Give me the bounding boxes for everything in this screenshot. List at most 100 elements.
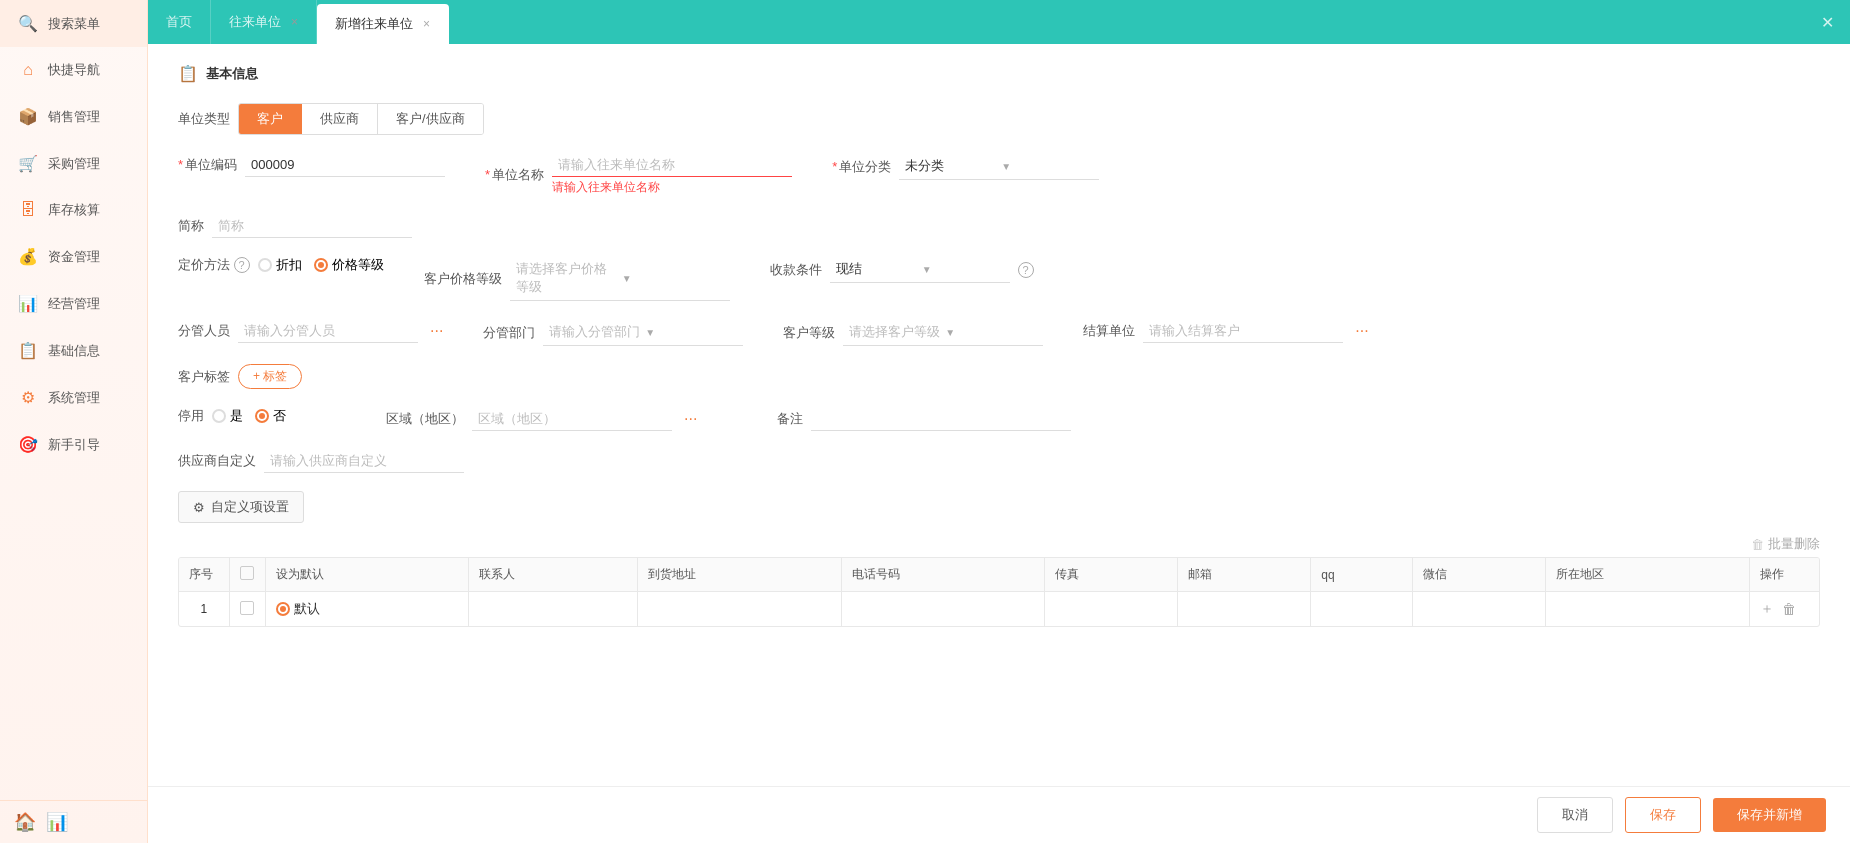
row-delete-icon[interactable]: 🗑 — [1782, 601, 1796, 617]
dept-select[interactable]: 请输入分管部门 ▼ — [543, 319, 743, 346]
sales-icon: 📦 — [18, 107, 38, 126]
col-action: 操作 — [1749, 558, 1819, 592]
cell-fax[interactable] — [1045, 592, 1178, 627]
col-phone: 电话号码 — [841, 558, 1045, 592]
tab-new-partner-close[interactable]: × — [423, 17, 430, 31]
area-more-icon[interactable]: ··· — [684, 410, 697, 428]
payment-terms-label: 收款条件 — [770, 261, 822, 279]
manager-row: 分管人员 ··· 分管部门 请输入分管部门 ▼ 客户等级 请选择客户等级 ▼ 结… — [178, 319, 1820, 346]
table-header-row: 序号 设为默认 联系人 到货地址 电话号码 传真 邮箱 qq 微信 所在地区 — [179, 558, 1819, 592]
tab-partners[interactable]: 往来单位 × — [211, 0, 317, 44]
payment-terms-group: 收款条件 现结 ▼ ? — [770, 256, 1034, 283]
finance-icon: 💰 — [18, 247, 38, 266]
cell-check[interactable] — [229, 592, 265, 627]
custom-setting-button[interactable]: ⚙ 自定义项设置 — [178, 491, 304, 523]
area-input[interactable] — [472, 407, 672, 431]
tag-row: 客户标签 + 标签 — [178, 364, 1820, 389]
radio-no-circle — [255, 409, 269, 423]
category-arrow-icon: ▼ — [1001, 161, 1093, 172]
cell-wechat[interactable] — [1412, 592, 1545, 627]
col-contact: 联系人 — [469, 558, 637, 592]
tab-bar: 首页 往来单位 × 新增往来单位 × ✕ — [148, 0, 1850, 44]
type-btn-both[interactable]: 客户/供应商 — [378, 104, 483, 134]
cell-address[interactable] — [637, 592, 841, 627]
row-checkbox[interactable] — [240, 601, 254, 615]
col-fax: 传真 — [1045, 558, 1178, 592]
settlement-more-icon[interactable]: ··· — [1355, 322, 1368, 340]
radio-no[interactable]: 否 — [255, 407, 286, 425]
cancel-button[interactable]: 取消 — [1537, 797, 1613, 833]
window-close-button[interactable]: ✕ — [1805, 13, 1850, 32]
type-btn-customer[interactable]: 客户 — [239, 104, 302, 134]
contact-table-wrapper: 序号 设为默认 联系人 到货地址 电话号码 传真 邮箱 qq 微信 所在地区 — [178, 557, 1820, 627]
sidebar-item-quick-nav[interactable]: ⌂ 快捷导航 — [0, 47, 147, 93]
table-row: 1 默认 — [179, 592, 1819, 627]
unit-name-label: *单位名称 — [485, 166, 544, 184]
inventory-icon: 🗄 — [18, 201, 38, 219]
col-region: 所在地区 — [1545, 558, 1749, 592]
sidebar-item-guide[interactable]: 🎯 新手引导 — [0, 421, 147, 468]
remark-group: 备注 — [777, 407, 1071, 431]
remark-input[interactable] — [811, 407, 1071, 431]
customer-level-group: 客户等级 请选择客户等级 ▼ — [783, 319, 1043, 346]
customer-level-select[interactable]: 请选择客户等级 ▼ — [843, 319, 1043, 346]
settlement-input[interactable] — [1143, 319, 1343, 343]
cell-email[interactable] — [1178, 592, 1311, 627]
unit-category-select[interactable]: 未分类 ▼ — [899, 153, 1099, 180]
cell-phone[interactable] — [841, 592, 1045, 627]
radio-discount[interactable]: 折扣 — [258, 256, 302, 274]
row-add-icon[interactable]: ＋ — [1760, 600, 1774, 618]
col-wechat: 微信 — [1412, 558, 1545, 592]
sidebar-item-sales[interactable]: 📦 销售管理 — [0, 93, 147, 140]
row-actions: ＋ 🗑 — [1760, 600, 1810, 618]
radio-price-level[interactable]: 价格等级 — [314, 256, 384, 274]
add-tag-button[interactable]: + 标签 — [238, 364, 302, 389]
customer-level-arrow-icon: ▼ — [945, 327, 1037, 338]
cell-default: 默认 — [265, 592, 469, 627]
tab-partners-close[interactable]: × — [291, 15, 298, 29]
tab-new-partner[interactable]: 新增往来单位 × — [317, 4, 449, 44]
sidebar-item-system[interactable]: ⚙ 系统管理 — [0, 374, 147, 421]
tag-group: 客户标签 + 标签 — [178, 364, 302, 389]
operations-icon: 📊 — [18, 294, 38, 313]
tab-home[interactable]: 首页 — [148, 0, 211, 44]
disable-area-row: 停用 是 否 区域（地区） ··· 备注 — [178, 407, 1820, 431]
sidebar-item-purchase[interactable]: 🛒 采购管理 — [0, 140, 147, 187]
radio-yes[interactable]: 是 — [212, 407, 243, 425]
supplier-custom-group: 供应商自定义 — [178, 449, 464, 473]
sidebar-item-finance[interactable]: 💰 资金管理 — [0, 233, 147, 280]
sidebar-item-search[interactable]: 🔍 搜索菜单 — [0, 0, 147, 47]
sidebar-item-inventory[interactable]: 🗄 库存核算 — [0, 187, 147, 233]
batch-delete-icon: 🗑 — [1751, 537, 1764, 552]
col-email: 邮箱 — [1178, 558, 1311, 592]
sidebar-item-basic-info[interactable]: 📋 基础信息 — [0, 327, 147, 374]
short-name-input[interactable] — [212, 214, 412, 238]
batch-delete-label[interactable]: 批量删除 — [1768, 535, 1820, 553]
unit-category-group: *单位分类 未分类 ▼ — [832, 153, 1099, 180]
sidebar-item-operations[interactable]: 📊 经营管理 — [0, 280, 147, 327]
row-default-radio[interactable]: 默认 — [276, 600, 459, 618]
gear-icon: ⚙ — [193, 500, 205, 515]
supplier-custom-input[interactable] — [264, 449, 464, 473]
manager-more-icon[interactable]: ··· — [430, 322, 443, 340]
customer-level-label: 客户等级 — [783, 324, 835, 342]
footer-bar: 取消 保存 保存并新增 — [148, 786, 1850, 843]
payment-terms-help-icon[interactable]: ? — [1018, 262, 1034, 278]
cell-qq[interactable] — [1311, 592, 1412, 627]
section-icon: 📋 — [178, 64, 198, 83]
save-new-button[interactable]: 保存并新增 — [1713, 798, 1826, 832]
payment-terms-select[interactable]: 现结 ▼ — [830, 256, 1010, 283]
unit-name-input[interactable] — [552, 153, 792, 177]
unit-type-row: 单位类型 客户 供应商 客户/供应商 — [178, 103, 1820, 135]
header-checkbox[interactable] — [240, 566, 254, 580]
purchase-icon: 🛒 — [18, 154, 38, 173]
type-btn-supplier[interactable]: 供应商 — [302, 104, 378, 134]
unit-code-input[interactable] — [245, 153, 445, 177]
cell-region[interactable] — [1545, 592, 1749, 627]
manager-input[interactable] — [238, 319, 418, 343]
customer-price-select[interactable]: 请选择客户价格等级 ▼ — [510, 256, 730, 301]
cell-contact[interactable] — [469, 592, 637, 627]
unit-category-label: *单位分类 — [832, 158, 891, 176]
pricing-help-icon[interactable]: ? — [234, 257, 250, 273]
save-button[interactable]: 保存 — [1625, 797, 1701, 833]
